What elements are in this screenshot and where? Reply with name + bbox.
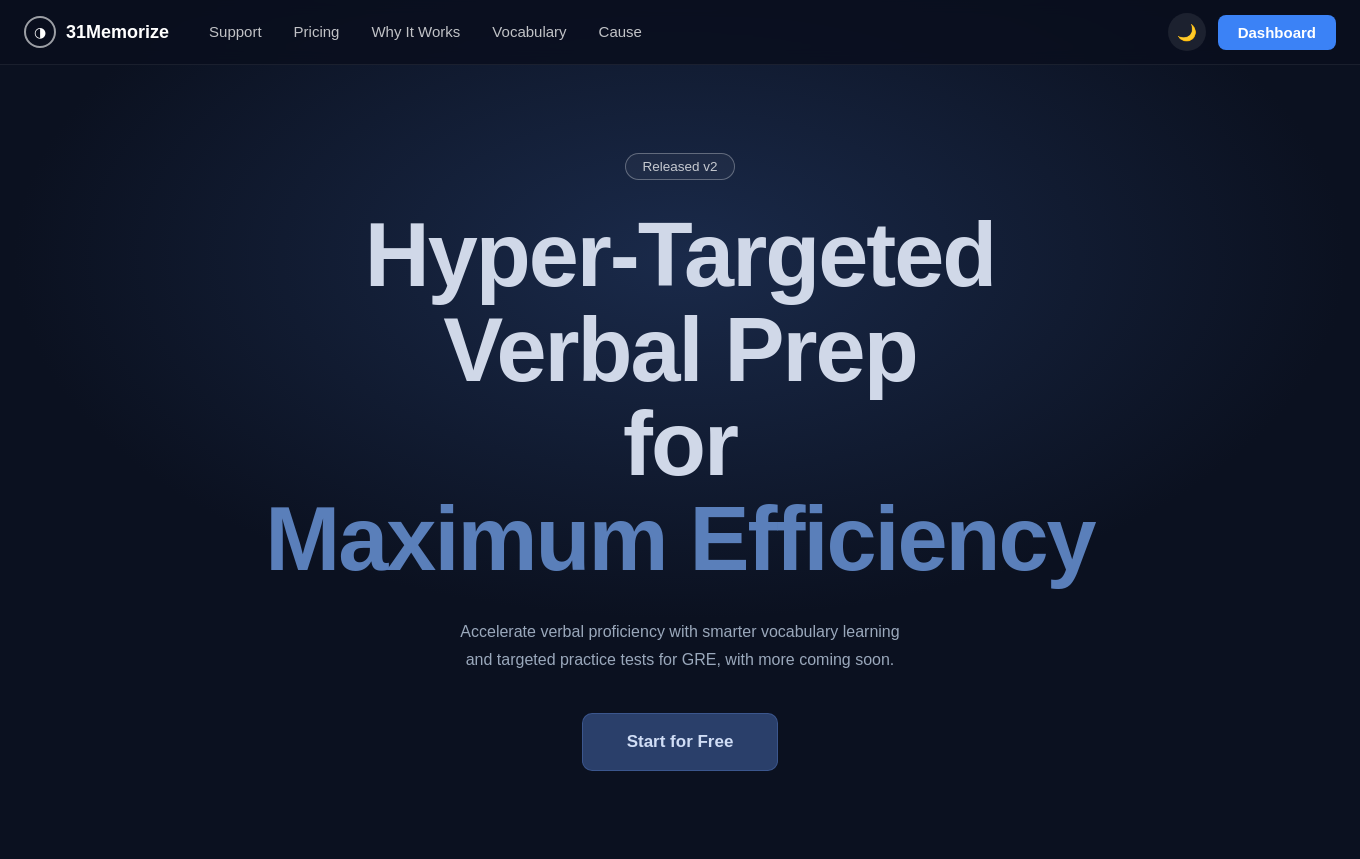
nav-right: 🌙 Dashboard — [1168, 13, 1336, 51]
hero-subtitle-line2: and targeted practice tests for GRE, wit… — [466, 651, 895, 668]
hero-title: Hyper-Targeted Verbal Prep for Maximum E… — [230, 208, 1130, 586]
release-badge: Released v2 — [625, 153, 734, 180]
hero-section: Released v2 Hyper-Targeted Verbal Prep f… — [0, 0, 1360, 859]
hero-subtitle-line1: Accelerate verbal proficiency with smart… — [460, 623, 899, 640]
dashboard-button[interactable]: Dashboard — [1218, 15, 1336, 50]
nav-link-why-it-works[interactable]: Why It Works — [371, 23, 460, 40]
hero-subtitle: Accelerate verbal proficiency with smart… — [460, 618, 899, 672]
brand-link[interactable]: ◑ 31Memorize — [24, 16, 169, 48]
nav-links: Support Pricing Why It Works Vocabulary Caus… — [209, 23, 642, 41]
brand-icon: ◑ — [24, 16, 56, 48]
hero-inner: Released v2 Hyper-Targeted Verbal Prep f… — [230, 153, 1130, 770]
hero-title-line2: for — [623, 394, 737, 494]
nav-link-support[interactable]: Support — [209, 23, 262, 40]
nav-link-vocabulary[interactable]: Vocabulary — [492, 23, 566, 40]
hero-title-line1: Hyper-Targeted Verbal Prep — [365, 205, 995, 400]
navbar: ◑ 31Memorize Support Pricing Why It Works V… — [0, 0, 1360, 65]
hero-title-line3: Maximum Efficiency — [265, 489, 1094, 589]
nav-left: ◑ 31Memorize Support Pricing Why It Works V… — [24, 16, 642, 48]
brand-name: 31Memorize — [66, 22, 169, 43]
cta-button[interactable]: Start for Free — [582, 713, 779, 771]
nav-link-cause[interactable]: Cause — [599, 23, 642, 40]
theme-toggle-button[interactable]: 🌙 — [1168, 13, 1206, 51]
nav-link-pricing[interactable]: Pricing — [294, 23, 340, 40]
moon-icon: 🌙 — [1177, 23, 1197, 42]
